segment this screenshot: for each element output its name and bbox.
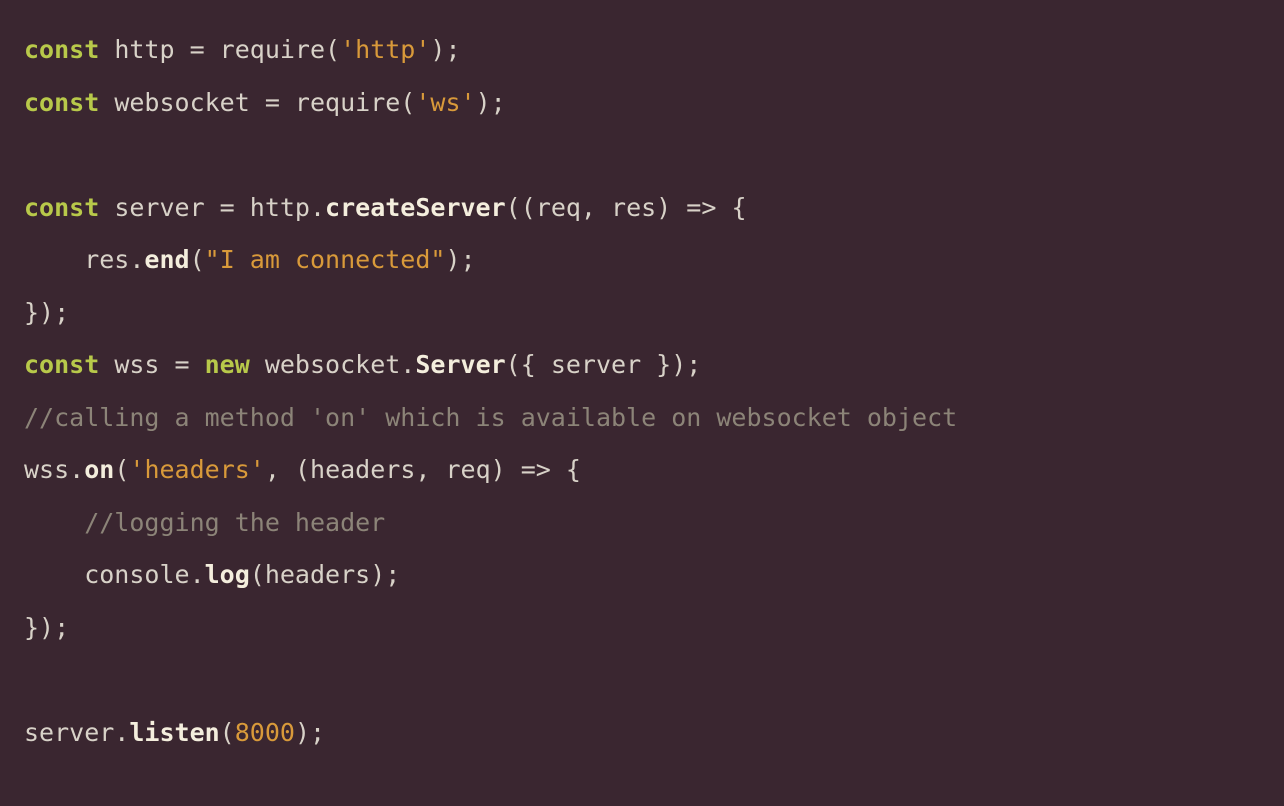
- code-text: });: [24, 613, 69, 642]
- code-text: (: [220, 718, 235, 747]
- code-text: );: [430, 35, 460, 64]
- code-line: wss.on('headers', (headers, req) => {: [24, 455, 581, 484]
- code-text: console.: [24, 560, 205, 589]
- keyword: const: [24, 88, 99, 117]
- code-text: );: [295, 718, 325, 747]
- code-text: server = http.: [99, 193, 325, 222]
- code-text: wss.: [24, 455, 84, 484]
- code-line: const wss = new websocket.Server({ serve…: [24, 350, 701, 379]
- function-name: log: [205, 560, 250, 589]
- code-line: res.end("I am connected");: [24, 245, 476, 274]
- comment: //logging the header: [24, 508, 385, 537]
- code-text: res.: [24, 245, 144, 274]
- number-literal: 8000: [235, 718, 295, 747]
- code-text: wss =: [99, 350, 204, 379]
- code-line: server.listen(8000);: [24, 718, 325, 747]
- code-text: http = require(: [99, 35, 340, 64]
- code-text: (headers);: [250, 560, 401, 589]
- code-text: websocket.: [250, 350, 416, 379]
- code-line: console.log(headers);: [24, 560, 400, 589]
- function-name: createServer: [325, 193, 506, 222]
- code-line: });: [24, 298, 69, 327]
- function-name: end: [144, 245, 189, 274]
- keyword: const: [24, 350, 99, 379]
- code-text: (: [114, 455, 129, 484]
- function-name: on: [84, 455, 114, 484]
- code-line: //calling a method 'on' which is availab…: [24, 403, 957, 432]
- comment: //calling a method 'on' which is availab…: [24, 403, 957, 432]
- code-line: //logging the header: [24, 508, 385, 537]
- function-name: listen: [129, 718, 219, 747]
- code-text: websocket = require(: [99, 88, 415, 117]
- code-text: ((req, res) => {: [506, 193, 747, 222]
- string-literal: "I am connected": [205, 245, 446, 274]
- code-text: server.: [24, 718, 129, 747]
- keyword: new: [205, 350, 250, 379]
- code-text: );: [445, 245, 475, 274]
- code-text: );: [476, 88, 506, 117]
- code-text: (: [190, 245, 205, 274]
- string-literal: 'http': [340, 35, 430, 64]
- string-literal: 'ws': [415, 88, 475, 117]
- code-line: const server = http.createServer((req, r…: [24, 193, 747, 222]
- code-line: const http = require('http');: [24, 35, 461, 64]
- function-name: Server: [415, 350, 505, 379]
- code-text: });: [24, 298, 69, 327]
- code-block: const http = require('http'); const webs…: [0, 0, 1284, 783]
- code-line: const websocket = require('ws');: [24, 88, 506, 117]
- keyword: const: [24, 193, 99, 222]
- code-text: , (headers, req) => {: [265, 455, 581, 484]
- keyword: const: [24, 35, 99, 64]
- code-line: });: [24, 613, 69, 642]
- string-literal: 'headers': [129, 455, 264, 484]
- code-text: ({ server });: [506, 350, 702, 379]
